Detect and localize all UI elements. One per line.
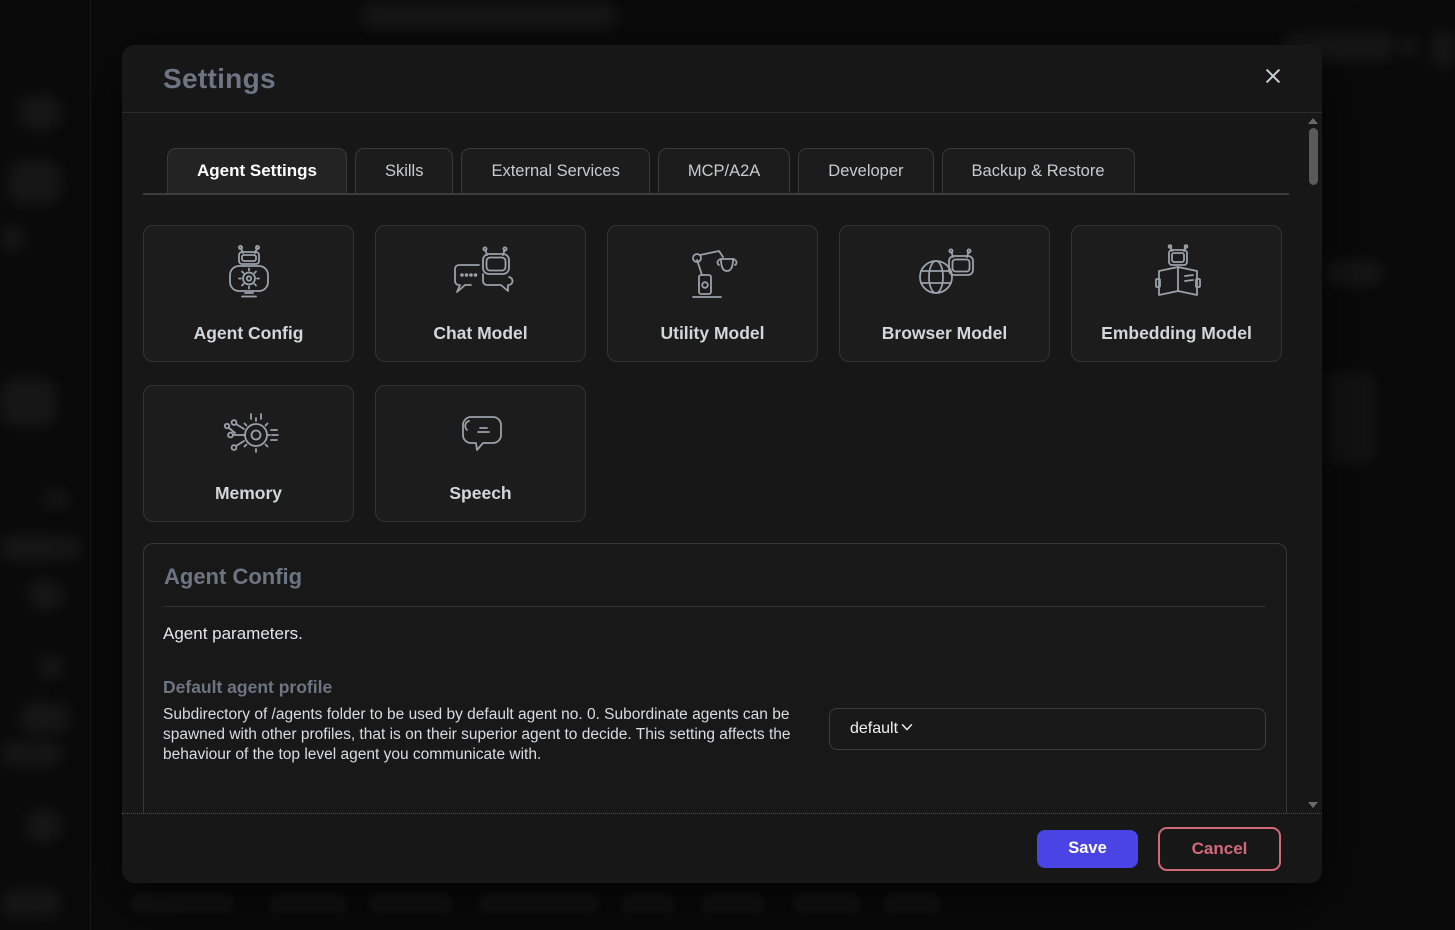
- background-blur-blob: [20, 702, 72, 734]
- tab-external-services[interactable]: External Services: [461, 148, 649, 193]
- field-row: Subdirectory of /agents folder to be use…: [163, 705, 1266, 765]
- card-label: Embedding Model: [1101, 323, 1252, 344]
- tab-skills[interactable]: Skills: [355, 148, 454, 193]
- background-blur-chip: [130, 893, 235, 913]
- card-agent-config[interactable]: Agent Config: [143, 225, 354, 362]
- background-blur-blob: [360, 2, 618, 30]
- background-blur-blob: [1322, 372, 1377, 464]
- modal-footer: Save Cancel: [122, 813, 1322, 883]
- background-blur-chip: [268, 893, 348, 913]
- robot-arm-icon: [677, 244, 749, 311]
- background-blur-blob: [8, 160, 63, 205]
- card-label: Chat Model: [433, 323, 527, 344]
- modal-title: Settings: [163, 63, 276, 95]
- tab-developer[interactable]: Developer: [798, 148, 933, 193]
- background-blur-blob: [1432, 30, 1455, 68]
- background-blur-blob: [0, 225, 26, 251]
- field-description: Subdirectory of /agents folder to be use…: [163, 705, 811, 765]
- scroll-up-icon[interactable]: [1308, 118, 1318, 124]
- background-blur-chip: [882, 893, 942, 913]
- scrollbar-thumb[interactable]: [1309, 128, 1318, 185]
- card-label: Speech: [449, 483, 511, 504]
- card-utility-model[interactable]: Utility Model: [607, 225, 818, 362]
- background-blur-blob: [0, 890, 62, 916]
- close-button[interactable]: [1258, 64, 1288, 94]
- tab-mcp-a2a[interactable]: MCP/A2A: [658, 148, 790, 193]
- background-blur-blob: [0, 535, 82, 561]
- robot-config-icon: [213, 244, 285, 311]
- background-blur-blob: [28, 580, 66, 610]
- close-icon: [1262, 65, 1284, 92]
- tab-bar-underline: [143, 193, 1289, 195]
- background-blur-blob: [38, 655, 66, 679]
- settings-card-grid: Agent Config Chat Model: [143, 225, 1288, 522]
- scrollbar[interactable]: [1307, 115, 1319, 812]
- card-speech[interactable]: Speech: [375, 385, 586, 522]
- default-agent-profile-select[interactable]: default: [829, 708, 1266, 750]
- tab-bar: Agent Settings Skills External Services …: [143, 148, 1288, 193]
- modal-header: Settings: [122, 45, 1322, 113]
- background-blur-blob: [25, 810, 63, 842]
- cancel-button[interactable]: Cancel: [1158, 827, 1281, 871]
- background-blur-chip: [792, 893, 862, 913]
- background-blur-chip: [478, 893, 600, 913]
- background-blur-blob: [18, 95, 63, 130]
- agent-config-section: Agent Config Agent parameters. Default a…: [143, 543, 1287, 813]
- modal-content: Agent Settings Skills External Services …: [122, 113, 1322, 813]
- tab-agent-settings[interactable]: Agent Settings: [167, 148, 347, 193]
- speech-bubble-icon: [445, 404, 517, 471]
- background-blur-blob: [1322, 260, 1384, 286]
- tab-backup-restore[interactable]: Backup & Restore: [942, 148, 1135, 193]
- background-blur-chip: [368, 893, 454, 913]
- card-browser-model[interactable]: Browser Model: [839, 225, 1050, 362]
- card-label: Browser Model: [882, 323, 1007, 344]
- field-label-default-agent-profile: Default agent profile: [163, 677, 1266, 698]
- globe-robot-icon: [909, 244, 981, 311]
- section-divider: [163, 606, 1266, 607]
- save-button[interactable]: Save: [1037, 830, 1138, 868]
- card-embedding-model[interactable]: Embedding Model: [1071, 225, 1282, 362]
- robot-book-icon: [1141, 244, 1213, 311]
- section-title: Agent Config: [163, 564, 1266, 590]
- settings-modal: Settings Agent Settings Skills External …: [122, 45, 1322, 883]
- card-label: Memory: [215, 483, 282, 504]
- scroll-down-icon[interactable]: [1308, 802, 1318, 808]
- circuit-gear-icon: [213, 404, 285, 471]
- background-blur-chip: [700, 893, 766, 913]
- background-blur-blob: [1398, 36, 1418, 56]
- card-chat-model[interactable]: Chat Model: [375, 225, 586, 362]
- card-label: Agent Config: [194, 323, 304, 344]
- chat-robot-icon: [445, 244, 517, 311]
- background-blur-blob: [44, 488, 70, 510]
- background-sidebar-divider: [90, 0, 91, 930]
- background-blur-chip: [620, 893, 676, 913]
- background-blur-blob: [0, 378, 58, 426]
- card-memory[interactable]: Memory: [143, 385, 354, 522]
- card-label: Utility Model: [660, 323, 764, 344]
- section-subtitle: Agent parameters.: [163, 624, 1266, 644]
- background-blur-blob: [0, 742, 66, 766]
- select-value: default: [850, 720, 898, 738]
- chevron-down-icon: [898, 718, 916, 741]
